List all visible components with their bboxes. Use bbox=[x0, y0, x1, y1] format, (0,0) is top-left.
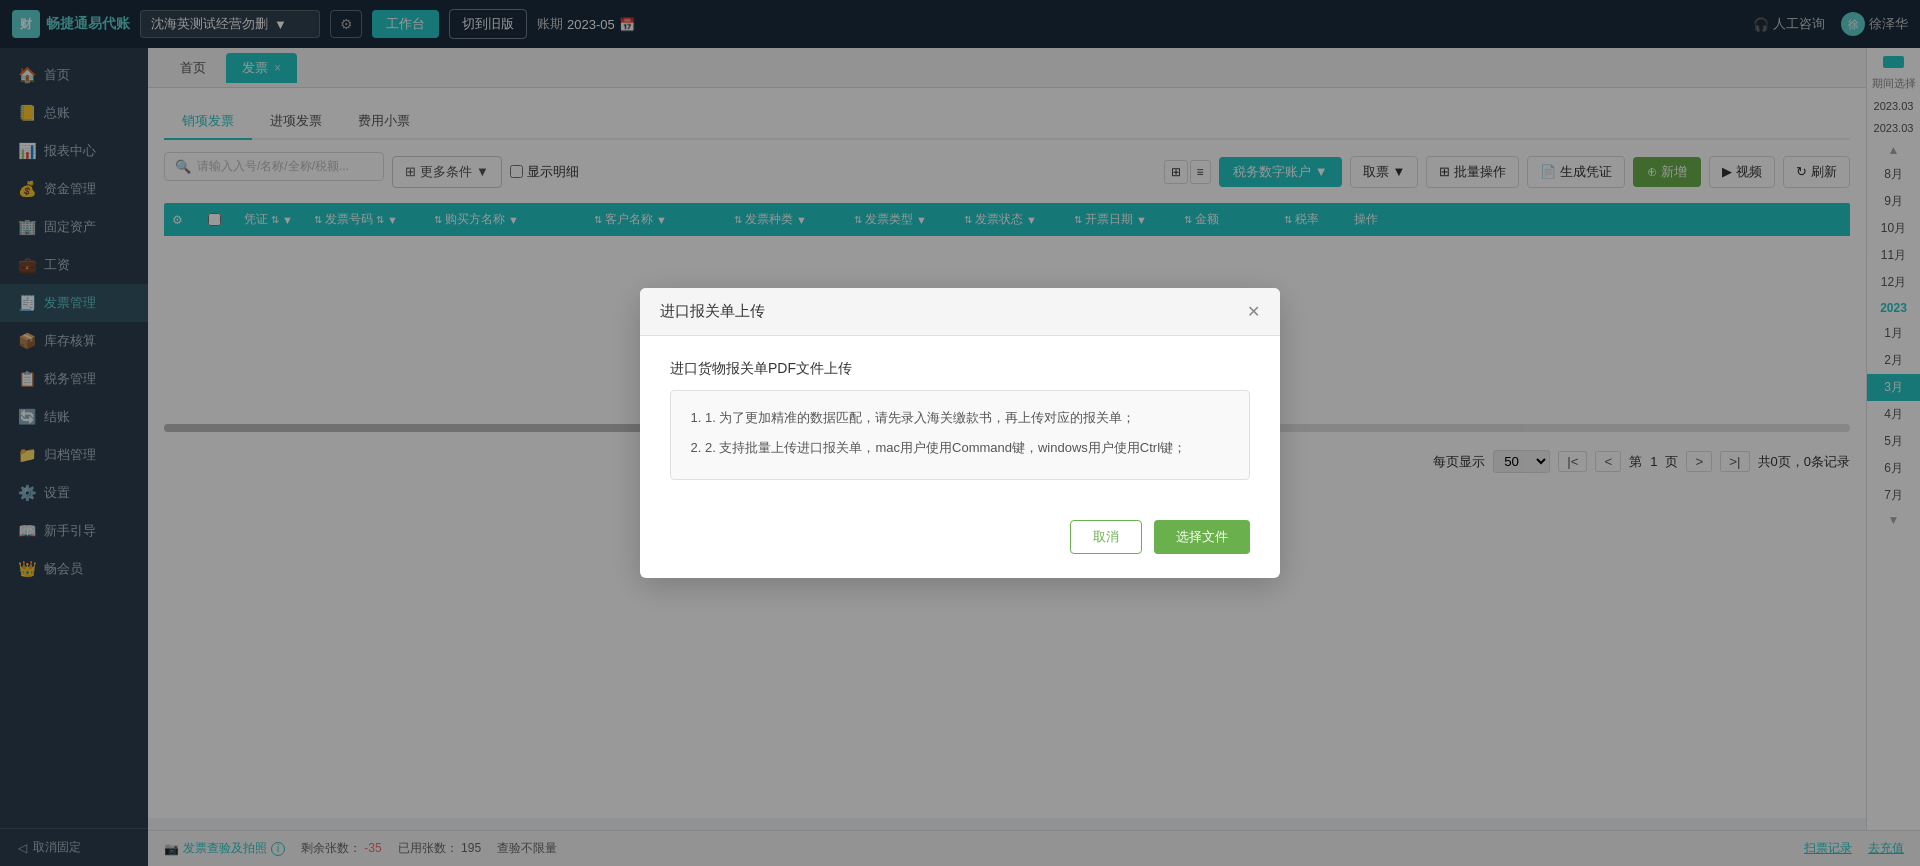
modal-info-box: 1. 为了更加精准的数据匹配，请先录入海关缴款书，再上传对应的报关单； 2. 支… bbox=[670, 390, 1250, 480]
modal-footer: 取消 选择文件 bbox=[640, 504, 1280, 578]
instruction-1: 1. 为了更加精准的数据匹配，请先录入海关缴款书，再上传对应的报关单； bbox=[705, 405, 1231, 431]
modal-title: 进口报关单上传 bbox=[660, 302, 765, 321]
modal-cancel-btn[interactable]: 取消 bbox=[1070, 520, 1142, 554]
modal-close-btn[interactable]: ✕ bbox=[1247, 302, 1260, 321]
upload-modal: 进口报关单上传 ✕ 进口货物报关单PDF文件上传 1. 为了更加精准的数据匹配，… bbox=[640, 288, 1280, 578]
modal-overlay[interactable]: 进口报关单上传 ✕ 进口货物报关单PDF文件上传 1. 为了更加精准的数据匹配，… bbox=[0, 0, 1920, 866]
modal-body: 进口货物报关单PDF文件上传 1. 为了更加精准的数据匹配，请先录入海关缴款书，… bbox=[640, 336, 1280, 504]
modal-select-file-btn[interactable]: 选择文件 bbox=[1154, 520, 1250, 554]
instruction-2: 2. 支持批量上传进口报关单，mac用户使用Command键，windows用户… bbox=[705, 435, 1231, 461]
modal-section-title: 进口货物报关单PDF文件上传 bbox=[670, 360, 1250, 378]
modal-header: 进口报关单上传 ✕ bbox=[640, 288, 1280, 336]
